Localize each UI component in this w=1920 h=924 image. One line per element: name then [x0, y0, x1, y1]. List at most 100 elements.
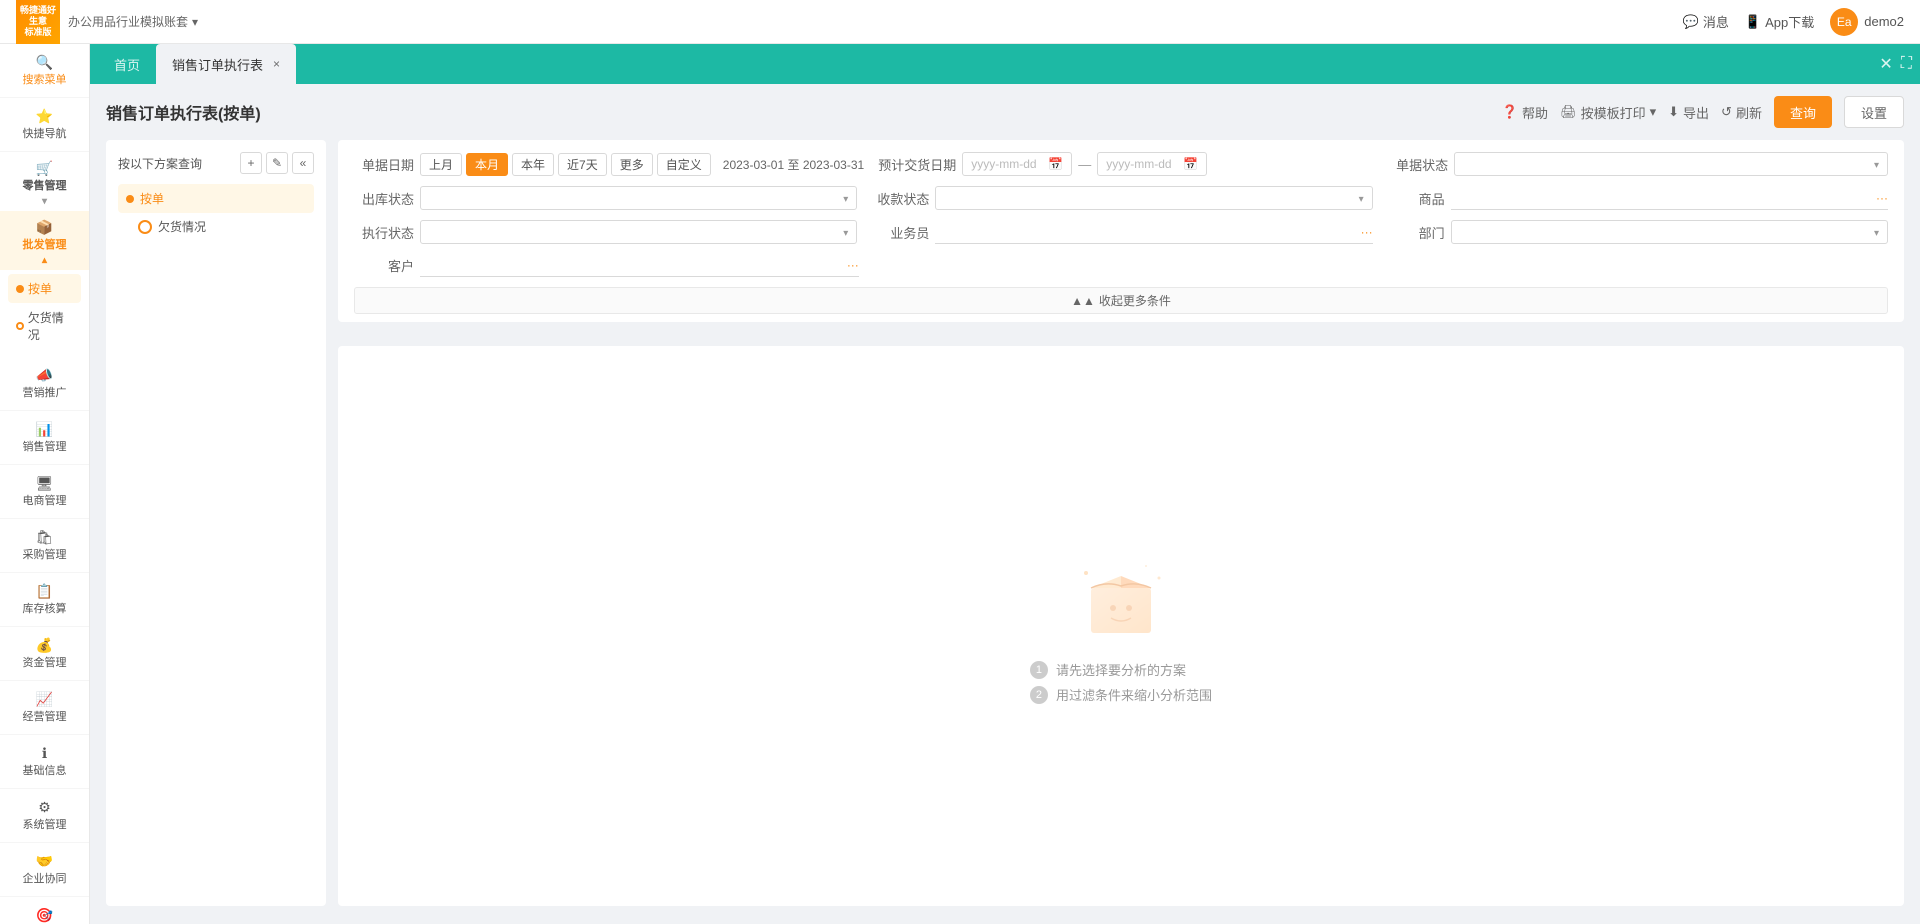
topbar: 畅捷通好生意 标准版 办公用品行业模拟账套 ▾ 💬 消息 📱 App下载 Ea … [0, 0, 1920, 44]
customer-input[interactable]: ··· [420, 254, 859, 277]
tab-expand-btn[interactable]: ⛶ [1901, 55, 1912, 73]
filter-plan-layout: 按以下方案查询 + ✎ « 按单 欠货情况 [106, 140, 1904, 906]
help-btn[interactable]: ❓ 帮助 [1502, 103, 1548, 122]
orange-dot-plan-icon [126, 195, 134, 203]
status-chevron-icon [1874, 157, 1879, 171]
tab-home[interactable]: 首页 [98, 44, 156, 84]
circle-plan-icon [138, 220, 152, 234]
plan-add-btn[interactable]: + [240, 152, 262, 174]
print-btn[interactable]: 🖨 按模板打印 ▾ [1560, 103, 1656, 122]
status-select[interactable] [1454, 152, 1888, 176]
dept-select[interactable] [1451, 220, 1888, 244]
sidebar-item-quicknav[interactable]: ⭐ 快捷导航 [0, 98, 89, 152]
sidebar-sub-item-按单[interactable]: 按单 [8, 274, 81, 303]
orange-dot-icon [16, 285, 24, 293]
tabbar: 首页 销售订单执行表 × ✕ ⛶ [90, 44, 1920, 84]
right-panel: 单据日期 上月 本月 本年 近7天 更多 自定义 [338, 140, 1904, 906]
receipt-select[interactable] [935, 186, 1372, 210]
filter-salesman-group: 业务员 ··· [869, 221, 1372, 244]
download-icon: 📱 [1745, 14, 1761, 30]
date-quick-btns: 上月 本月 本年 近7天 更多 自定义 [420, 153, 711, 176]
sidebar: 🔍 搜索菜单 ⭐ 快捷导航 🛒 零售管理 ▾ 📦 批发管理 ▴ [0, 44, 90, 924]
sidebar-item-basic-info[interactable]: ℹ 基础信息 [0, 735, 89, 789]
page-header: 销售订单执行表(按单) ❓ 帮助 🖨 按模板打印 ▾ ⬇ 导出 [106, 96, 1904, 128]
filter-exec-group: 执行状态 [354, 220, 857, 244]
sidebar-item-inventory[interactable]: 📋 库存核算 [0, 573, 89, 627]
exec-select[interactable] [420, 220, 857, 244]
sidebar-item-guide[interactable]: 🎯 新手引导 [0, 897, 89, 924]
plan-item-按单[interactable]: 按单 [118, 184, 314, 213]
empty-step-2: 2 用过滤条件来缩小分析范围 [1030, 685, 1212, 704]
date-btn-last-month[interactable]: 上月 [420, 153, 462, 176]
sidebar-item-finance[interactable]: 💰 资金管理 [0, 627, 89, 681]
plan-edit-btn[interactable]: ✎ [266, 152, 288, 174]
empty-step-1: 1 请先选择要分析的方案 [1030, 660, 1212, 679]
settings-btn[interactable]: 设置 [1844, 96, 1904, 128]
plan-panel: 按以下方案查询 + ✎ « 按单 欠货情况 [106, 140, 326, 906]
predicted-date-start-input[interactable]: yyyy-mm-dd 📅 [962, 152, 1072, 176]
message-btn[interactable]: 💬 消息 [1683, 12, 1729, 31]
quicknav-icon: ⭐ [4, 108, 85, 125]
app-download-btn[interactable]: 📱 App下载 [1745, 12, 1814, 31]
date-btn-more[interactable]: 更多 [611, 153, 653, 176]
empty-illustration [1071, 548, 1171, 648]
topbar-left: 畅捷通好生意 标准版 办公用品行业模拟账套 ▾ [16, 0, 198, 44]
goods-input[interactable]: ··· [1451, 187, 1888, 210]
collapse-filter-btn[interactable]: ▲▲ 收起更多条件 [354, 287, 1888, 314]
help-icon: ❓ [1502, 104, 1518, 120]
avatar: Ea [1830, 8, 1858, 36]
sidebar-item-sales[interactable]: 📊 销售管理 [0, 411, 89, 465]
refresh-icon: ↺ [1721, 104, 1732, 120]
sidebar-section-wholesale[interactable]: 📦 批发管理 ▴ [0, 211, 89, 270]
refresh-btn[interactable]: ↺ 刷新 [1721, 103, 1762, 122]
filter-panel: 单据日期 上月 本月 本年 近7天 更多 自定义 [338, 140, 1904, 322]
warehouse-chevron-icon [843, 191, 848, 205]
sidebar-item-system[interactable]: ⚙ 系统管理 [0, 789, 89, 843]
empty-state: 1 请先选择要分析的方案 2 用过滤条件来缩小分析范围 [338, 548, 1904, 704]
date-separator: — [1078, 157, 1091, 172]
sidebar-item-marketing[interactable]: 📣 营销推广 [0, 357, 89, 411]
user-menu[interactable]: Ea demo2 [1830, 8, 1904, 36]
filter-customer-group: 客户 ··· [354, 254, 859, 277]
sidebar-item-operations[interactable]: 📈 经营管理 [0, 681, 89, 735]
date-btn-this-year[interactable]: 本年 [512, 153, 554, 176]
sidebar-item-collab[interactable]: 🤝 企业协同 [0, 843, 89, 897]
tab-close-all-btn[interactable]: ✕ [1879, 54, 1892, 74]
sidebar-sub-item-欠货情况[interactable]: 欠货情况 [8, 303, 81, 349]
chevron-down-icon[interactable]: ▾ [192, 15, 198, 29]
filter-status-group: 单据状态 [1388, 152, 1888, 176]
collapse-area: ▲▲ 收起更多条件 [354, 287, 1888, 314]
filter-warehouse-group: 出库状态 [354, 186, 857, 210]
plan-collapse-btn[interactable]: « [292, 152, 314, 174]
page-content: 销售订单执行表(按单) ❓ 帮助 🖨 按模板打印 ▾ ⬇ 导出 [90, 84, 1920, 924]
warehouse-select[interactable] [420, 186, 857, 210]
tab-sales-order[interactable]: 销售订单执行表 × [156, 44, 296, 84]
sidebar-sub-wholesale: 按单 欠货情况 [0, 270, 89, 357]
query-btn[interactable]: 查询 [1774, 96, 1832, 128]
date-btn-7days[interactable]: 近7天 [558, 153, 607, 176]
main-layout: 🔍 搜索菜单 ⭐ 快捷导航 🛒 零售管理 ▾ 📦 批发管理 ▴ [0, 44, 1920, 924]
collapse-icon: ▲▲ [1071, 294, 1095, 308]
date-btn-this-month[interactable]: 本月 [466, 153, 508, 176]
plan-sub-item-欠货情况[interactable]: 欠货情况 [118, 213, 314, 240]
salesman-input[interactable]: ··· [935, 221, 1372, 244]
sidebar-item-search[interactable]: 🔍 搜索菜单 [0, 44, 89, 98]
calendar-end-icon[interactable]: 📅 [1183, 157, 1198, 171]
predicted-date-end-input[interactable]: yyyy-mm-dd 📅 [1097, 152, 1207, 176]
results-area: 1 请先选择要分析的方案 2 用过滤条件来缩小分析范围 [338, 346, 1904, 906]
search-icon: 🔍 [4, 54, 85, 71]
tab-close-btn[interactable]: × [273, 57, 280, 71]
date-btn-custom[interactable]: 自定义 [657, 153, 711, 176]
calendar-start-icon[interactable]: 📅 [1048, 157, 1063, 171]
filter-goods-group: 商品 ··· [1385, 187, 1888, 210]
filter-row-2: 出库状态 收款状态 [354, 186, 1888, 210]
receipt-chevron-icon [1359, 191, 1364, 205]
sidebar-section-retail[interactable]: 🛒 零售管理 ▾ [0, 152, 89, 211]
sidebar-item-ecommerce[interactable]: 🖥 电商管理 [0, 465, 89, 519]
export-btn[interactable]: ⬇ 导出 [1668, 103, 1709, 122]
date-range-display: 2023-03-01 至 2023-03-31 [723, 156, 864, 173]
sidebar-item-purchase[interactable]: 🛍 采购管理 [0, 519, 89, 573]
filter-dept-group: 部门 [1385, 220, 1888, 244]
step-2-num: 2 [1030, 686, 1048, 704]
app-logo: 畅捷通好生意 标准版 [16, 0, 60, 44]
